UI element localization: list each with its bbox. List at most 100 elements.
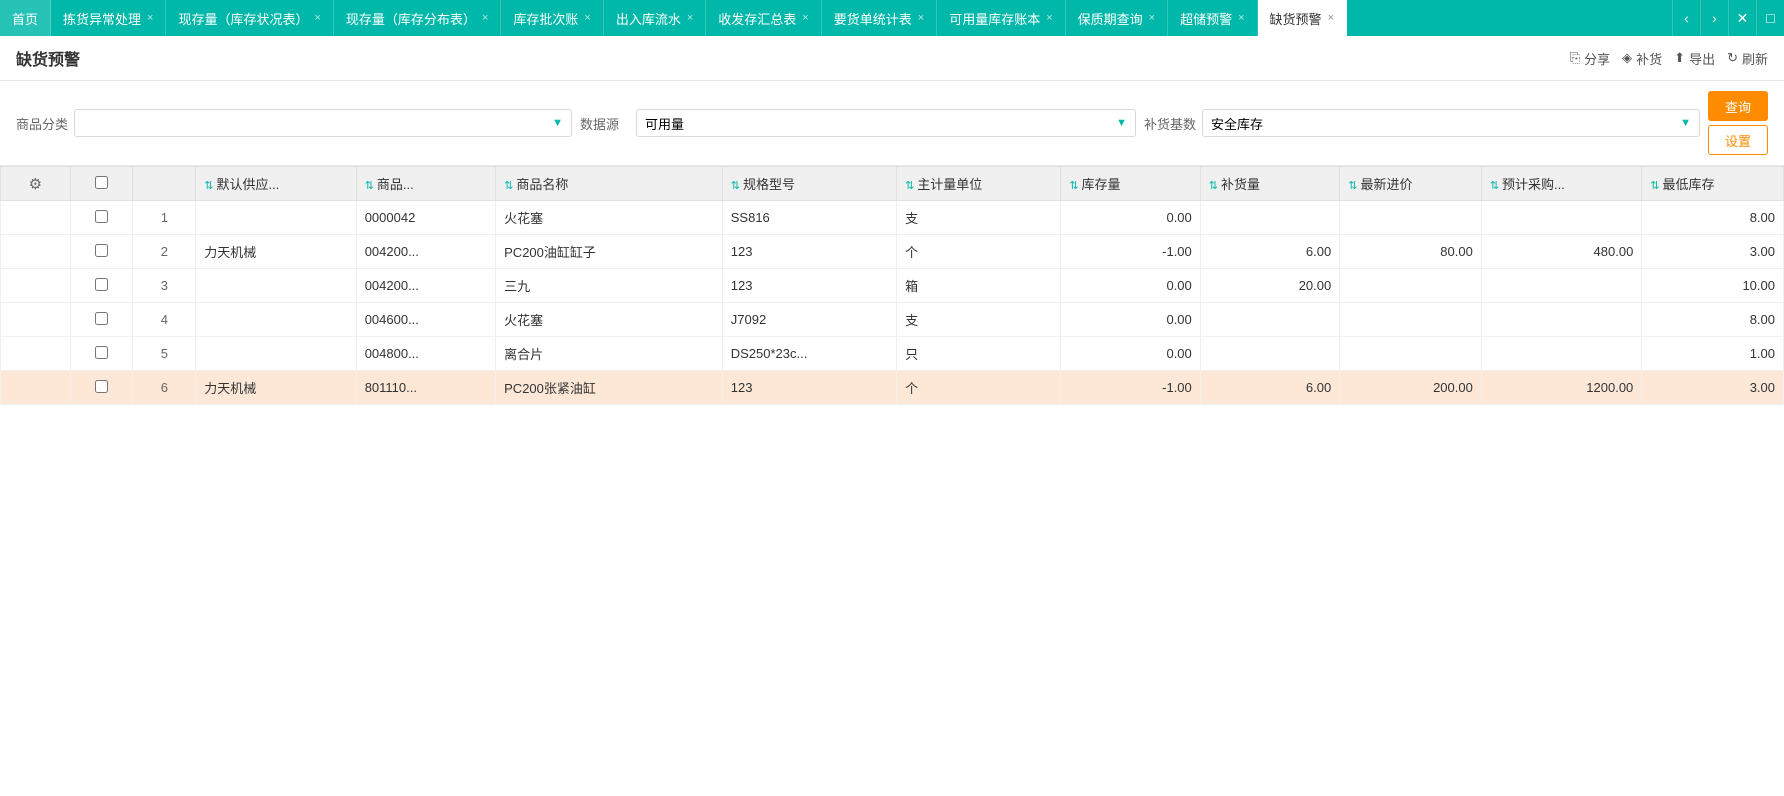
row-checkbox-cell[interactable]	[70, 303, 133, 337]
col-default_supplier[interactable]: ⇅默认供应...	[196, 167, 356, 201]
cell-latest_price	[1340, 269, 1482, 303]
cell-latest_price: 80.00	[1340, 235, 1482, 269]
col-checkbox-header[interactable]	[70, 167, 133, 201]
cell-product_name: PC200油缸缸子	[496, 235, 723, 269]
table-row[interactable]: 6力天机械801110...PC200张紧油缸123个-1.006.00200.…	[1, 371, 1784, 405]
row-checkbox-5[interactable]	[95, 380, 108, 393]
cell-stock: -1.00	[1061, 371, 1200, 405]
tab-close-flow[interactable]: ×	[687, 12, 693, 24]
tab-batch[interactable]: 库存批次账×	[501, 0, 603, 36]
cell-product_code: 0000042	[356, 201, 495, 235]
tab-close-inventory2[interactable]: ×	[482, 12, 488, 24]
select-all-checkbox[interactable]	[95, 176, 108, 189]
row-checkbox-2[interactable]	[95, 278, 108, 291]
tab-expiry[interactable]: 保质期查询×	[1066, 0, 1168, 36]
tab-close-inventory1[interactable]: ×	[314, 12, 320, 24]
cell-spec: 123	[722, 371, 896, 405]
category-dropdown-icon: ▼	[552, 117, 563, 129]
tab-abnormal[interactable]: 拣货异常处理×	[51, 0, 166, 36]
nav-tabs: 首页拣货异常处理×现存量（库存状况表）×现存量（库存分布表）×库存批次账×出入库…	[0, 0, 1784, 36]
tab-overstock[interactable]: 超储预警×	[1168, 0, 1257, 36]
tab-collect[interactable]: 收发存汇总表×	[706, 0, 821, 36]
replenish-base-filter: 补货基数 安全库存 ▼	[1144, 109, 1700, 137]
row-checkbox-1[interactable]	[95, 244, 108, 257]
share-button[interactable]: ⎘ 分享	[1570, 49, 1610, 68]
maximize-btn[interactable]: □	[1756, 0, 1784, 36]
cell-default_supplier: 力天机械	[196, 371, 356, 405]
export-button[interactable]: ⬆ 导出	[1674, 49, 1715, 68]
tab-close-collect[interactable]: ×	[802, 12, 808, 24]
row-checkbox-cell[interactable]	[70, 337, 133, 371]
col-spec[interactable]: ⇅规格型号	[722, 167, 896, 201]
row-gear-cell	[1, 235, 71, 269]
replenish-base-label: 补货基数	[1144, 114, 1196, 133]
col-replenish[interactable]: ⇅补货量	[1200, 167, 1339, 201]
next-tab-arrow[interactable]: ›	[1700, 0, 1728, 36]
row-checkbox-cell[interactable]	[70, 201, 133, 235]
cell-unit: 箱	[897, 269, 1061, 303]
nav-arrows: ‹ › ✕ □	[1672, 0, 1784, 36]
share-icon: ⎘	[1570, 50, 1580, 66]
row-checkbox-4[interactable]	[95, 346, 108, 359]
tab-home[interactable]: 首页	[0, 0, 51, 36]
row-checkbox-cell[interactable]	[70, 235, 133, 269]
tab-close-abnormal[interactable]: ×	[147, 12, 153, 24]
cell-spec: J7092	[722, 303, 896, 337]
col-gear[interactable]: ⚙	[1, 167, 71, 201]
table-row[interactable]: 3004200...三九123箱0.0020.0010.00	[1, 269, 1784, 303]
tab-close-demand[interactable]: ×	[918, 12, 924, 24]
query-button[interactable]: 查询	[1708, 91, 1768, 121]
tab-close-available[interactable]: ×	[1046, 12, 1052, 24]
prev-tab-arrow[interactable]: ‹	[1672, 0, 1700, 36]
row-num: 2	[133, 235, 196, 269]
col-stock[interactable]: ⇅库存量	[1061, 167, 1200, 201]
cell-spec: SS816	[722, 201, 896, 235]
tab-close-shortage[interactable]: ×	[1328, 12, 1334, 24]
row-checkbox-3[interactable]	[95, 312, 108, 325]
tab-close-overstock[interactable]: ×	[1238, 12, 1244, 24]
row-checkbox-cell[interactable]	[70, 371, 133, 405]
row-gear-cell	[1, 371, 71, 405]
refresh-button[interactable]: ↻ 刷新	[1727, 49, 1768, 68]
filter-row: 商品分类 ▼ 数据源 可用量 ▼ 补货基数 安全库存 ▼	[16, 91, 1768, 155]
col-latest_price[interactable]: ⇅最新进价	[1340, 167, 1482, 201]
col-min_stock[interactable]: ⇅最低库存	[1642, 167, 1784, 201]
table-row[interactable]: 5004800...离合片DS250*23c...只0.001.00	[1, 337, 1784, 371]
cell-product_name: 三九	[496, 269, 723, 303]
settings-button[interactable]: 设置	[1708, 125, 1768, 155]
tab-close-batch[interactable]: ×	[584, 12, 590, 24]
cell-unit: 支	[897, 303, 1061, 337]
tab-inventory1[interactable]: 现存量（库存状况表）×	[166, 0, 333, 36]
replenish-button[interactable]: ◈ 补货	[1622, 49, 1662, 68]
cell-default_supplier	[196, 201, 356, 235]
sort-icon-spec: ⇅	[731, 180, 740, 192]
tab-close-expiry[interactable]: ×	[1149, 12, 1155, 24]
category-select[interactable]: ▼	[74, 109, 572, 137]
cell-product_code: 004800...	[356, 337, 495, 371]
col-product_name[interactable]: ⇅商品名称	[496, 167, 723, 201]
datasource-select[interactable]: 可用量 ▼	[636, 109, 1136, 137]
tab-demand[interactable]: 要货单统计表×	[822, 0, 937, 36]
replenish-base-select[interactable]: 安全库存 ▼	[1202, 109, 1700, 137]
col-product_code[interactable]: ⇅商品...	[356, 167, 495, 201]
row-checkbox-0[interactable]	[95, 210, 108, 223]
cell-est_purchase	[1481, 201, 1641, 235]
col-est_purchase[interactable]: ⇅预计采购...	[1481, 167, 1641, 201]
close-window-btn[interactable]: ✕	[1728, 0, 1756, 36]
cell-min_stock: 8.00	[1642, 201, 1784, 235]
tab-inventory2[interactable]: 现存量（库存分布表）×	[334, 0, 501, 36]
export-label: 导出	[1689, 49, 1715, 68]
cell-latest_price	[1340, 337, 1482, 371]
table-row[interactable]: 2力天机械004200...PC200油缸缸子123个-1.006.0080.0…	[1, 235, 1784, 269]
table-row[interactable]: 10000042火花塞SS816支0.008.00	[1, 201, 1784, 235]
col-unit[interactable]: ⇅主计量单位	[897, 167, 1061, 201]
row-checkbox-cell[interactable]	[70, 269, 133, 303]
tab-available[interactable]: 可用量库存账本×	[937, 0, 1065, 36]
tab-flow[interactable]: 出入库流水×	[604, 0, 706, 36]
cell-spec: DS250*23c...	[722, 337, 896, 371]
table-row[interactable]: 4004600...火花塞J7092支0.008.00	[1, 303, 1784, 337]
cell-replenish	[1200, 201, 1339, 235]
datasource-value: 可用量	[645, 114, 684, 133]
tab-shortage[interactable]: 缺货预警×	[1258, 0, 1347, 36]
refresh-icon: ↻	[1727, 50, 1738, 66]
